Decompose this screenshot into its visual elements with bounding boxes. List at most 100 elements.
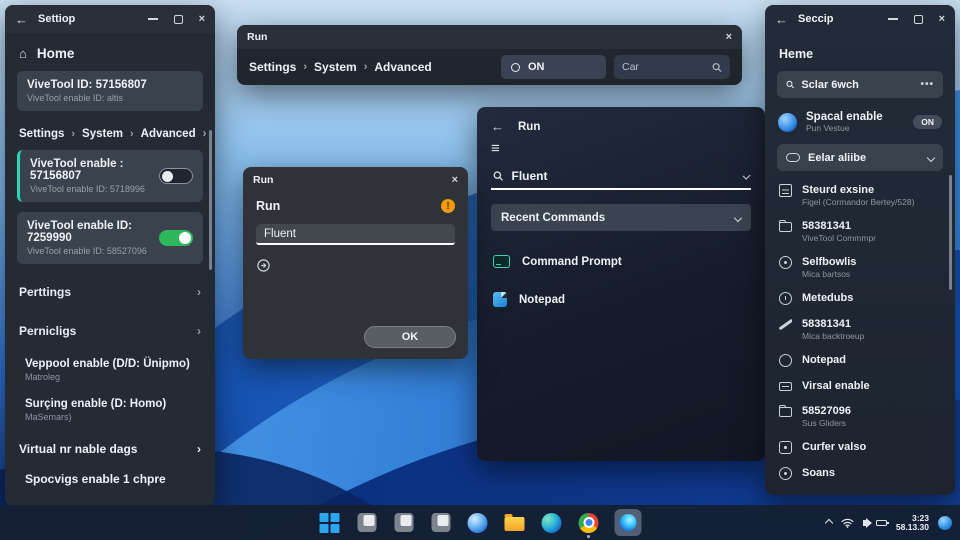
chevron-down-icon bbox=[926, 153, 936, 162]
home-row[interactable]: ⌂ Home bbox=[5, 46, 215, 61]
start-button[interactable] bbox=[319, 512, 341, 534]
footer-row-virtual-flags[interactable]: Virtual nr nable dags › bbox=[5, 442, 215, 456]
crumb-advanced[interactable]: Advanced bbox=[374, 60, 431, 74]
notification-icon[interactable] bbox=[938, 515, 952, 530]
app-icon-window3[interactable] bbox=[430, 512, 452, 534]
list-item[interactable]: Selfbowlis Mica bartsos bbox=[765, 256, 955, 279]
toggle-switch-off[interactable] bbox=[159, 168, 193, 184]
browser-sphere-icon[interactable] bbox=[467, 512, 489, 534]
vivetool-id-card[interactable]: ViveTool ID: 57156807 ViveTool enable ID… bbox=[17, 71, 203, 111]
list-item[interactable]: 58527096 Sus Gliders bbox=[765, 405, 955, 428]
crumb-settings[interactable]: Settings bbox=[249, 60, 296, 74]
chevron-down-icon[interactable] bbox=[742, 171, 751, 180]
wifi-icon[interactable] bbox=[841, 518, 854, 528]
ok-button[interactable]: OK bbox=[364, 326, 456, 348]
crumb-system[interactable]: System bbox=[82, 128, 123, 140]
warning-icon: ! bbox=[441, 199, 455, 213]
close-icon[interactable]: × bbox=[726, 31, 732, 43]
on-toggle-pill[interactable]: ON bbox=[501, 55, 606, 79]
settings-right-window: ← Seccip × Heme ••• Spacal enable Pun Ve… bbox=[765, 5, 955, 495]
back-icon[interactable]: ← bbox=[775, 12, 788, 27]
top-window-body: Settings › System › Advanced ON bbox=[237, 49, 742, 85]
battery-icon[interactable] bbox=[875, 519, 889, 526]
list-item[interactable]: Virsal enable bbox=[765, 380, 955, 392]
history-icon[interactable] bbox=[256, 258, 455, 278]
footer-row-spocvigs[interactable]: Spocvigs enable 1 chpre bbox=[5, 472, 215, 486]
scrollbar[interactable] bbox=[209, 130, 212, 270]
nav-row-label: Pernicligs bbox=[19, 324, 77, 338]
close-icon[interactable]: × bbox=[452, 174, 458, 186]
recent-commands-expander[interactable]: Recent Commands bbox=[491, 204, 751, 231]
minimize-icon[interactable] bbox=[147, 18, 158, 20]
search-box[interactable]: ••• bbox=[777, 71, 943, 98]
toggle-card[interactable]: ViveTool enable : 57156807 ViveTool enab… bbox=[17, 150, 203, 202]
top-titlebar: Run × bbox=[237, 25, 742, 49]
list-item-notepad[interactable]: Notepad bbox=[477, 292, 765, 307]
detail-title: Surçing enable (D: Homo) bbox=[25, 398, 167, 410]
search-box[interactable] bbox=[614, 55, 730, 79]
nav-row-perttings[interactable]: Perttings › bbox=[5, 281, 215, 303]
app-icon-window2[interactable] bbox=[393, 512, 415, 534]
speaker-icon[interactable] bbox=[862, 517, 872, 528]
item-subtitle: ViveTool Commmpr bbox=[802, 233, 877, 243]
document-icon bbox=[779, 184, 792, 197]
list-item[interactable]: Steurd exsine Figel (Cormandor Bertey/52… bbox=[765, 184, 955, 207]
app-icon-window1[interactable] bbox=[356, 512, 378, 534]
list-item[interactable]: Soans bbox=[765, 467, 955, 480]
edge-icon[interactable] bbox=[541, 512, 563, 534]
file-explorer-icon[interactable] bbox=[504, 512, 526, 534]
back-icon[interactable]: ← bbox=[491, 119, 504, 134]
list-item-label: Command Prompt bbox=[522, 255, 622, 268]
run-search-field[interactable] bbox=[491, 166, 751, 190]
toggle-card[interactable]: ViveTool enable ID: 7259990 ViveTool ena… bbox=[17, 212, 203, 264]
close-icon[interactable]: × bbox=[199, 13, 205, 25]
close-icon[interactable]: × bbox=[939, 13, 945, 25]
list-item[interactable]: Curfer valso bbox=[765, 441, 955, 454]
crumb-advanced[interactable]: Advanced bbox=[141, 128, 196, 140]
back-icon[interactable]: ← bbox=[15, 12, 28, 27]
list-item[interactable]: 58381341 ViveTool Commmpr bbox=[765, 220, 955, 243]
item-title: Notepad bbox=[802, 354, 846, 366]
chevron-up-icon[interactable] bbox=[824, 518, 834, 527]
minimize-icon[interactable] bbox=[887, 18, 898, 20]
home-row[interactable]: Heme bbox=[765, 47, 955, 61]
circle-icon bbox=[779, 354, 792, 367]
list-item-command-prompt[interactable]: Command Prompt bbox=[477, 255, 765, 268]
run-command-field[interactable] bbox=[256, 224, 455, 245]
list-item[interactable]: Notepad bbox=[765, 354, 955, 367]
dropdown-card[interactable]: Eelar aliibe bbox=[777, 144, 943, 171]
pencil-icon bbox=[779, 318, 792, 331]
home-label: Home bbox=[36, 46, 75, 61]
toggle-card-title: ViveTool enable ID: 7259990 bbox=[27, 220, 133, 244]
list-item[interactable]: Metedubs bbox=[765, 292, 955, 305]
maximize-icon[interactable] bbox=[913, 14, 923, 24]
feature-row[interactable]: Spacal enable Pun Vestue ON bbox=[765, 111, 955, 133]
crumb-settings[interactable]: Settings bbox=[19, 128, 64, 140]
detail-item[interactable]: Surçing enable (D: Homo) MaSemars) bbox=[5, 398, 215, 422]
scrollbar[interactable] bbox=[949, 175, 952, 290]
crumb-system[interactable]: System bbox=[314, 60, 357, 74]
maximize-icon[interactable] bbox=[173, 14, 183, 24]
run-search-input[interactable] bbox=[511, 168, 736, 183]
search-input[interactable] bbox=[622, 61, 713, 73]
menu-icon[interactable]: ≡ bbox=[477, 134, 765, 156]
chrome-icon[interactable] bbox=[578, 512, 600, 538]
detail-subtitle: MaSemars) bbox=[25, 412, 72, 422]
clock[interactable]: 3:23 58.13.30 bbox=[896, 513, 929, 532]
chevron-right-icon[interactable]: › bbox=[203, 128, 207, 140]
more-icon[interactable]: ••• bbox=[920, 79, 934, 90]
nav-row-pernicligs[interactable]: Pernicligs › bbox=[5, 320, 215, 342]
item-title: Selfbowlis bbox=[802, 256, 857, 268]
notepad-icon bbox=[493, 292, 507, 307]
list-item[interactable]: 58381341 Mica backtroeup bbox=[765, 318, 955, 341]
chevron-right-icon: › bbox=[197, 285, 201, 299]
crumb-separator: › bbox=[303, 61, 308, 73]
on-badge[interactable]: ON bbox=[913, 115, 942, 129]
run-command-input[interactable] bbox=[264, 227, 447, 240]
detail-item[interactable]: Veppool enable (D/D: Ünipmo) Matroleg bbox=[5, 358, 215, 382]
toggle-switch-on[interactable] bbox=[159, 230, 193, 246]
active-app-icon[interactable] bbox=[614, 509, 642, 536]
settings-left-window: ← Settiop × ⌂ Home ViveTool ID: 57156807… bbox=[5, 5, 215, 506]
on-pill-label: ON bbox=[528, 61, 545, 73]
search-input[interactable] bbox=[801, 78, 914, 91]
